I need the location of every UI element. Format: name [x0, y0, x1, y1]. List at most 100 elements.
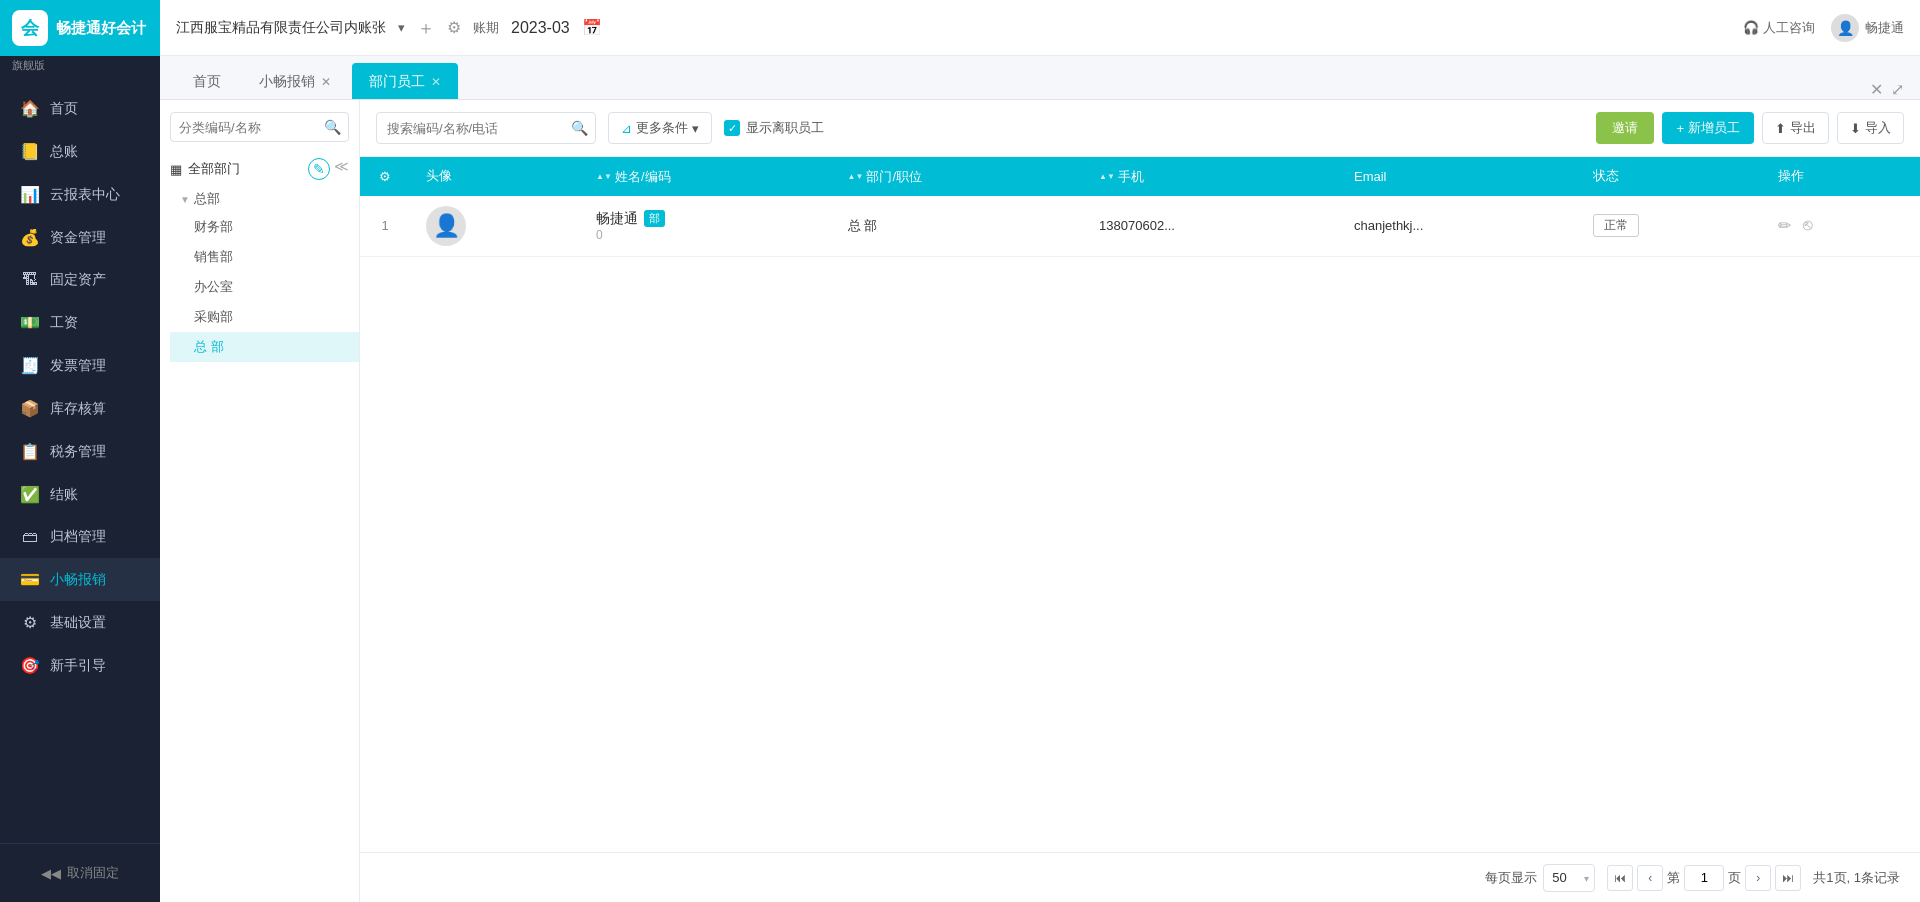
- sidebar-item-archive[interactable]: 🗃 归档管理: [0, 516, 160, 558]
- last-page-button[interactable]: ⏭: [1775, 865, 1801, 891]
- sidebar-item-expense[interactable]: 💳 小畅报销: [0, 558, 160, 601]
- settings-col-icon[interactable]: ⚙: [379, 169, 391, 184]
- employee-search-wrap: 🔍: [376, 112, 596, 144]
- dept-item-office[interactable]: 办公室: [170, 272, 359, 302]
- sidebar-item-tax-mgmt[interactable]: 📋 税务管理: [0, 430, 160, 473]
- new-employee-button[interactable]: + 新增员工: [1662, 112, 1754, 144]
- show-resigned-checkbox: ✓: [724, 120, 740, 136]
- th-mobile-sort[interactable]: ▲▼ 手机: [1099, 168, 1144, 186]
- sidebar-item-label: 新手引导: [50, 657, 106, 675]
- tab-dept-staff-close[interactable]: ✕: [431, 75, 441, 89]
- sidebar-item-label: 工资: [50, 314, 78, 332]
- logo-edition: 旗舰版: [0, 56, 160, 79]
- logo-icon: 会: [12, 10, 48, 46]
- employee-search-icon: 🔍: [571, 120, 588, 136]
- dept-item-general[interactable]: 总 部: [170, 332, 359, 362]
- logout-button[interactable]: ⎋: [1803, 216, 1813, 235]
- dept-add-button[interactable]: ✎: [308, 158, 330, 180]
- sidebar-item-checkout[interactable]: ✅ 结账: [0, 473, 160, 516]
- avatar: 👤: [1831, 14, 1859, 42]
- chevron-down-icon: ▾: [692, 121, 699, 136]
- th-actions-label: 操作: [1778, 168, 1804, 183]
- employee-search-input[interactable]: [376, 112, 596, 144]
- table-row: 1 👤 畅捷通 部 0 总 部: [360, 196, 1920, 257]
- dept-badge: 部: [644, 210, 665, 227]
- export-label: 导出: [1790, 119, 1816, 137]
- import-button[interactable]: ⬇ 导入: [1837, 112, 1904, 144]
- tab-expense-label: 小畅报销: [259, 73, 315, 91]
- company-dropdown-icon[interactable]: ▾: [398, 20, 405, 35]
- archive-icon: 🗃: [20, 528, 40, 546]
- show-resigned-label: 显示离职员工: [746, 119, 824, 137]
- content-area: 🔍 ▦ 全部部门 ✎ ≪ ▼ 总部 财务部 销售部 办公室: [160, 100, 1920, 902]
- calendar-icon[interactable]: 📅: [582, 18, 602, 37]
- per-page-dropdown[interactable]: 50 10 20 100: [1543, 864, 1595, 892]
- export-button[interactable]: ⬆ 导出: [1762, 112, 1829, 144]
- sidebar-item-label: 结账: [50, 486, 78, 504]
- action-buttons: ✏ ⎋: [1778, 216, 1904, 235]
- prev-page-button[interactable]: ‹: [1637, 865, 1663, 891]
- sidebar-item-inventory[interactable]: 📦 库存核算: [0, 387, 160, 430]
- dept-collapse-btn[interactable]: ≪: [334, 158, 349, 180]
- th-status: 状态: [1577, 157, 1761, 196]
- sidebar-item-reports[interactable]: 📊 云报表中心: [0, 173, 160, 216]
- sidebar-item-invoice-mgmt[interactable]: 🧾 发票管理: [0, 344, 160, 387]
- filter-btn-label: 更多条件: [636, 119, 688, 137]
- topbar-settings-icon[interactable]: ⚙: [447, 18, 461, 37]
- sidebar-item-ledger[interactable]: 📒 总账: [0, 130, 160, 173]
- sidebar-item-payroll[interactable]: 💵 工资: [0, 301, 160, 344]
- headset-icon: 🎧: [1743, 20, 1759, 35]
- sidebar-item-assets-mgmt[interactable]: 💰 资金管理: [0, 216, 160, 259]
- company-name: 江西服宝精品有限责任公司内账张: [176, 19, 386, 37]
- page-input[interactable]: [1684, 865, 1724, 891]
- tab-expense[interactable]: 小畅报销 ✕: [242, 63, 348, 99]
- add-company-button[interactable]: ＋: [417, 16, 435, 40]
- dept-item-sales[interactable]: 销售部: [170, 242, 359, 272]
- show-resigned-toggle[interactable]: ✓ 显示离职员工: [724, 119, 824, 137]
- th-name-code-sort[interactable]: ▲▼ 姓名/编码: [596, 168, 670, 186]
- import-label: 导入: [1865, 119, 1891, 137]
- more-filter-button[interactable]: ⊿ 更多条件 ▾: [608, 112, 712, 144]
- dept-actions: ✎ ≪: [308, 158, 349, 180]
- table-header-row: ⚙ 头像 ▲▼ 姓名/编码: [360, 157, 1920, 196]
- support-button[interactable]: 🎧 人工咨询: [1743, 19, 1815, 37]
- dept-search-input[interactable]: [170, 112, 349, 142]
- row-dept-pos: 总 部: [832, 196, 1084, 257]
- sidebar-item-label: 固定资产: [50, 271, 106, 289]
- th-avatar: 头像: [410, 157, 580, 196]
- sidebar-item-label: 库存核算: [50, 400, 106, 418]
- th-settings: ⚙: [360, 157, 410, 196]
- user-name: 畅捷通: [1865, 19, 1904, 37]
- page-label: 第: [1667, 869, 1680, 887]
- tab-expense-close[interactable]: ✕: [321, 75, 331, 89]
- next-page-button[interactable]: ›: [1745, 865, 1771, 891]
- dept-item-purchase[interactable]: 采购部: [170, 302, 359, 332]
- tab-dept-staff[interactable]: 部门员工 ✕: [352, 63, 458, 99]
- first-page-button[interactable]: ⏮: [1607, 865, 1633, 891]
- logo-title: 畅捷通好会计: [56, 19, 146, 37]
- status-badge: 正常: [1593, 214, 1639, 237]
- expense-icon: 💳: [20, 570, 40, 589]
- import-icon: ⬇: [1850, 121, 1861, 136]
- dept-group-header: ▼ 总部: [170, 186, 359, 212]
- invite-button[interactable]: 邀请: [1596, 112, 1654, 144]
- cancel-pin-button[interactable]: ◀◀ 取消固定: [0, 856, 160, 890]
- sidebar-item-fixed-assets[interactable]: 🏗 固定资产: [0, 259, 160, 301]
- sidebar-item-guide[interactable]: 🎯 新手引导: [0, 644, 160, 687]
- user-menu[interactable]: 👤 畅捷通: [1831, 14, 1904, 42]
- edit-button[interactable]: ✏: [1778, 216, 1791, 235]
- th-dept-pos-sort[interactable]: ▲▼ 部门/职位: [848, 168, 922, 186]
- sidebar-item-settings[interactable]: ⚙ 基础设置: [0, 601, 160, 644]
- sidebar-item-label: 税务管理: [50, 443, 106, 461]
- dept-search-wrap: 🔍: [170, 112, 349, 142]
- tab-close-btn[interactable]: ✕: [1870, 80, 1883, 99]
- tab-home[interactable]: 首页: [176, 63, 238, 99]
- sidebar-item-home[interactable]: 🏠 首页: [0, 87, 160, 130]
- per-page-wrapper: 50 10 20 100 ▾: [1543, 864, 1595, 892]
- tabs-bar: 首页 小畅报销 ✕ 部门员工 ✕ ✕ ⤢: [160, 56, 1920, 100]
- employee-name-text: 畅捷通: [596, 210, 638, 228]
- all-departments-btn[interactable]: ▦ 全部部门: [170, 160, 240, 178]
- dept-item-finance[interactable]: 财务部: [170, 212, 359, 242]
- home-icon: 🏠: [20, 99, 40, 118]
- tab-expand-btn[interactable]: ⤢: [1891, 80, 1904, 99]
